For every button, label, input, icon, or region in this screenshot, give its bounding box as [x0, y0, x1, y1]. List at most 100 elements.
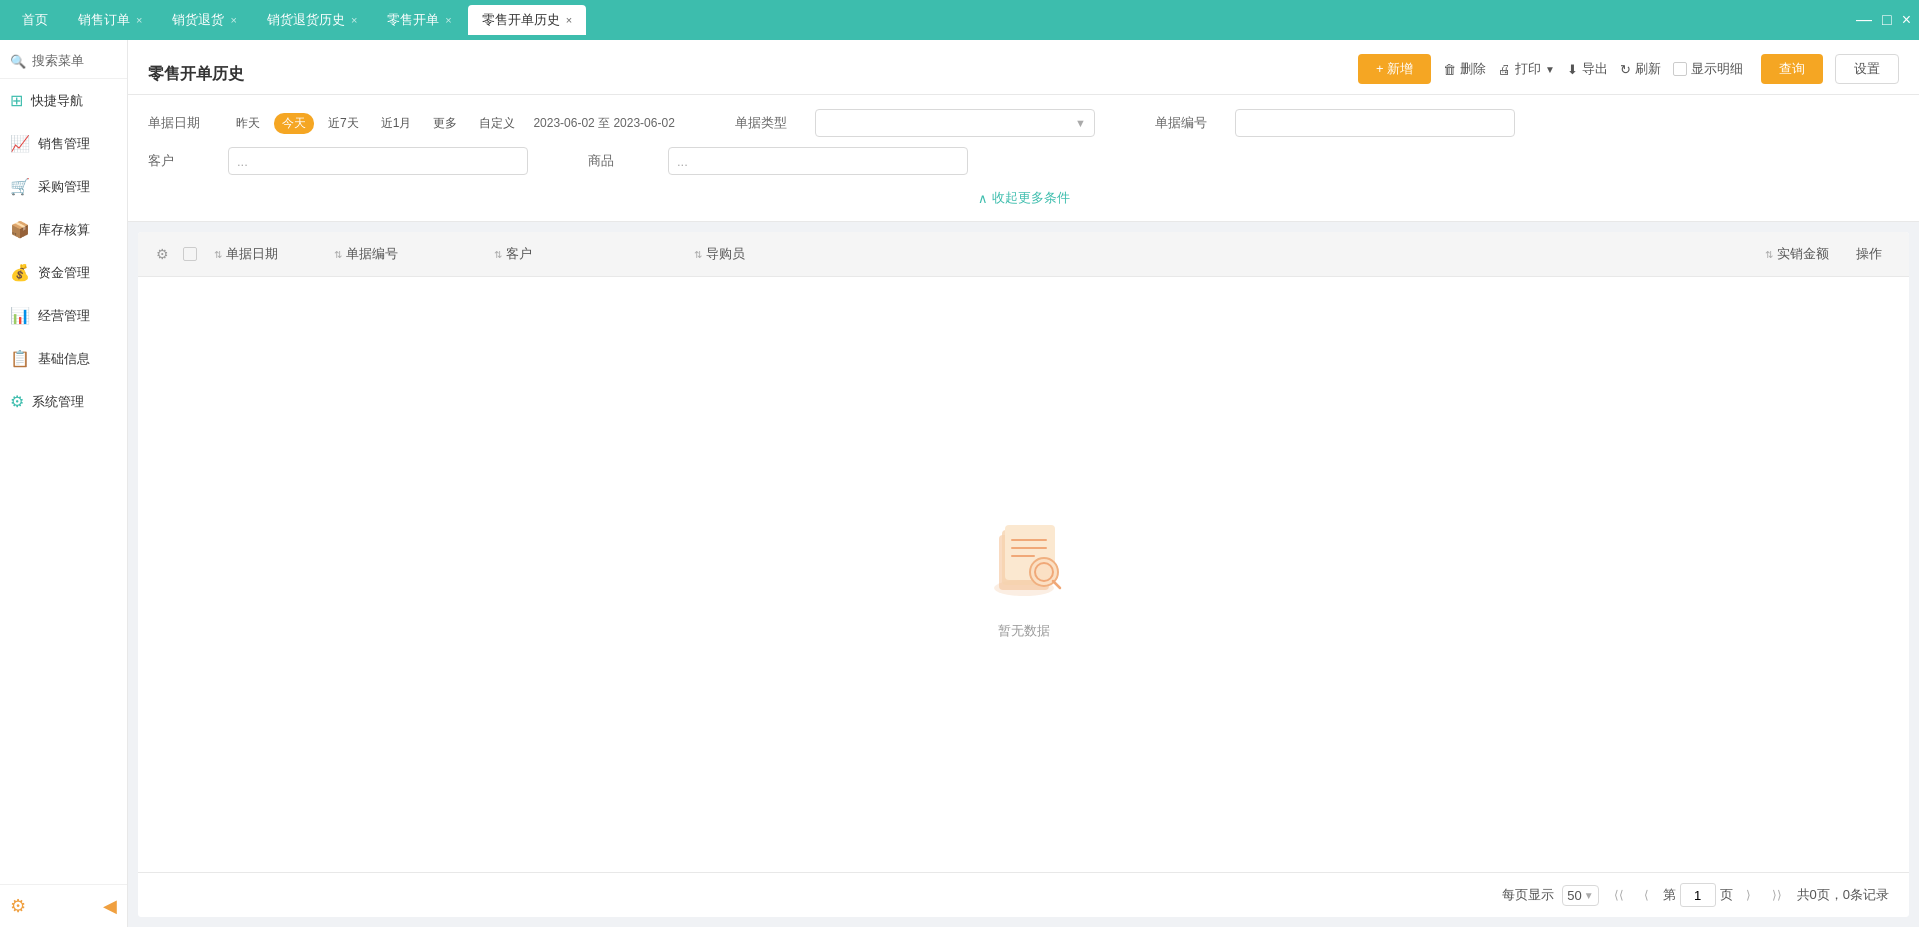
- th-amount[interactable]: ⇅ 实销金额: [814, 245, 1829, 263]
- client-input[interactable]: ...: [228, 147, 528, 175]
- goods-input-placeholder: ...: [677, 154, 688, 169]
- delete-button[interactable]: 🗑 删除: [1443, 60, 1486, 78]
- goods-filter-label: 商品: [588, 152, 648, 170]
- sidebar-item-operation[interactable]: 📊 经营管理: [0, 294, 127, 337]
- collapse-more-label: 收起更多条件: [992, 189, 1070, 207]
- per-page-select[interactable]: 50 ▼: [1562, 885, 1598, 906]
- empty-state: 暂无数据: [138, 277, 1909, 872]
- display-detail-check[interactable]: [1673, 62, 1687, 76]
- page-title: 零售开单历史: [148, 64, 244, 85]
- tab-sales-order[interactable]: 销售订单 ×: [64, 5, 156, 35]
- display-detail-checkbox[interactable]: 显示明细: [1673, 60, 1743, 78]
- sidebar-item-quick-nav-label: 快捷导航: [31, 92, 83, 110]
- date-7days[interactable]: 近7天: [320, 113, 367, 134]
- date-yesterday[interactable]: 昨天: [228, 113, 268, 134]
- table-select-all[interactable]: [176, 247, 204, 261]
- sidebar-settings-icon[interactable]: ⚙: [10, 895, 26, 917]
- page-next-btn[interactable]: ⟩: [1737, 883, 1761, 907]
- page-first-btn[interactable]: ⟨⟨: [1607, 883, 1631, 907]
- add-button[interactable]: + 新增: [1358, 54, 1431, 84]
- date-custom[interactable]: 自定义: [471, 113, 523, 134]
- tab-retail-open-label: 零售开单: [387, 11, 439, 29]
- page-prev-btn[interactable]: ⟨: [1635, 883, 1659, 907]
- tab-sales-return-history-label: 销货退货历史: [267, 11, 345, 29]
- sidebar-collapse-icon[interactable]: ◀: [103, 895, 117, 917]
- pagination: 每页显示 50 ▼ ⟨⟨ ⟨ 第 1 页 ⟩ ⟩⟩ 共0页，0条记录: [138, 872, 1909, 917]
- date-more[interactable]: 更多: [425, 113, 465, 134]
- tab-sales-return-close[interactable]: ×: [230, 14, 236, 26]
- refresh-button[interactable]: ↻ 刷新: [1620, 60, 1661, 78]
- tab-retail-open-history-label: 零售开单历史: [482, 11, 560, 29]
- tab-sales-order-close[interactable]: ×: [136, 14, 142, 26]
- print-dropdown-icon: ▼: [1545, 64, 1555, 75]
- table-header: ⚙ ⇅ 单据日期 ⇅ 单据编号 ⇅ 客户 ⇅ 导购员: [138, 232, 1909, 277]
- purchase-mgmt-icon: 🛒: [10, 177, 30, 196]
- sidebar-bottom: ⚙ ◀: [0, 884, 127, 927]
- main-layout: 🔍 搜索菜单 ⊞ 快捷导航 📈 销售管理 🛒 采购管理 📦 库存核算 💰 资金管…: [0, 40, 1919, 927]
- collapse-up-icon: ∧: [978, 191, 988, 206]
- sidebar-search[interactable]: 🔍 搜索菜单: [0, 40, 127, 79]
- print-button[interactable]: 🖨 打印 ▼: [1498, 60, 1555, 78]
- search-icon: 🔍: [10, 54, 26, 69]
- tab-retail-open-history[interactable]: 零售开单历史 ×: [468, 5, 586, 35]
- tab-sales-return[interactable]: 销货退货 ×: [158, 5, 250, 35]
- sidebar-item-system[interactable]: ⚙ 系统管理: [0, 380, 127, 423]
- table-column-settings[interactable]: ⚙: [148, 240, 176, 268]
- quick-nav-icon: ⊞: [10, 91, 23, 110]
- maximize-button[interactable]: ×: [1902, 11, 1911, 29]
- sidebar-item-basic-info-label: 基础信息: [38, 350, 90, 368]
- th-client[interactable]: ⇅ 客户: [494, 245, 694, 263]
- filter-row-1: 单据日期 昨天 今天 近7天 近1月 更多 自定义 2023-06-02 至 2…: [148, 109, 1899, 137]
- number-input[interactable]: [1235, 109, 1515, 137]
- tab-retail-open-history-close[interactable]: ×: [566, 14, 572, 26]
- settings-button[interactable]: 设置: [1835, 54, 1899, 84]
- select-all-checkbox[interactable]: [183, 247, 197, 261]
- page-last-btn[interactable]: ⟩⟩: [1765, 883, 1789, 907]
- date-1month[interactable]: 近1月: [373, 113, 420, 134]
- tab-retail-open[interactable]: 零售开单 ×: [373, 5, 465, 35]
- goods-input[interactable]: ...: [668, 147, 968, 175]
- type-select-arrow: ▼: [1075, 117, 1086, 129]
- type-select[interactable]: ▼: [815, 109, 1095, 137]
- sort-number-icon: ⇅: [334, 249, 342, 260]
- tab-home[interactable]: 首页: [8, 5, 62, 35]
- page-unit: 页: [1720, 886, 1733, 904]
- sidebar-item-system-label: 系统管理: [32, 393, 84, 411]
- sidebar-item-finance[interactable]: 💰 资金管理: [0, 251, 127, 294]
- refresh-icon: ↻: [1620, 62, 1631, 77]
- export-label: 导出: [1582, 60, 1608, 78]
- sidebar-item-basic-info[interactable]: 📋 基础信息: [0, 337, 127, 380]
- sort-client-icon: ⇅: [494, 249, 502, 260]
- sidebar: 🔍 搜索菜单 ⊞ 快捷导航 📈 销售管理 🛒 采购管理 📦 库存核算 💰 资金管…: [0, 40, 128, 927]
- collapse-more-btn[interactable]: ∧ 收起更多条件: [148, 185, 1899, 207]
- date-today[interactable]: 今天: [274, 113, 314, 134]
- system-icon: ⚙: [10, 392, 24, 411]
- per-page-arrow: ▼: [1584, 890, 1594, 901]
- tab-retail-open-close[interactable]: ×: [445, 14, 451, 26]
- th-date[interactable]: ⇅ 单据日期: [214, 245, 334, 263]
- sidebar-item-purchase-mgmt[interactable]: 🛒 采购管理: [0, 165, 127, 208]
- delete-icon: 🗑: [1443, 62, 1456, 77]
- th-amount-label: 实销金额: [1777, 245, 1829, 263]
- sidebar-item-inventory[interactable]: 📦 库存核算: [0, 208, 127, 251]
- tab-sales-return-history-close[interactable]: ×: [351, 14, 357, 26]
- top-bar: 首页 销售订单 × 销货退货 × 销货退货历史 × 零售开单 × 零售开单历史 …: [0, 0, 1919, 40]
- export-button[interactable]: ⬇ 导出: [1567, 60, 1608, 78]
- tab-sales-return-label: 销货退货: [172, 11, 224, 29]
- query-button[interactable]: 查询: [1761, 54, 1823, 84]
- sales-mgmt-icon: 📈: [10, 134, 30, 153]
- th-number[interactable]: ⇅ 单据编号: [334, 245, 494, 263]
- sidebar-item-operation-label: 经营管理: [38, 307, 90, 325]
- filter-area: 单据日期 昨天 今天 近7天 近1月 更多 自定义 2023-06-02 至 2…: [128, 95, 1919, 222]
- empty-illustration: [974, 510, 1074, 610]
- sidebar-item-sales-mgmt[interactable]: 📈 销售管理: [0, 122, 127, 165]
- th-guide[interactable]: ⇅ 导购员: [694, 245, 814, 263]
- close-window-button[interactable]: —: [1856, 11, 1872, 29]
- sort-guide-icon: ⇅: [694, 249, 702, 260]
- client-filter-label: 客户: [148, 152, 208, 170]
- page-number-input[interactable]: 1: [1680, 883, 1716, 907]
- sort-amount-icon: ⇅: [1765, 249, 1773, 260]
- tab-sales-return-history[interactable]: 销货退货历史 ×: [253, 5, 371, 35]
- minimize-button[interactable]: □: [1882, 11, 1892, 29]
- sidebar-item-quick-nav[interactable]: ⊞ 快捷导航: [0, 79, 127, 122]
